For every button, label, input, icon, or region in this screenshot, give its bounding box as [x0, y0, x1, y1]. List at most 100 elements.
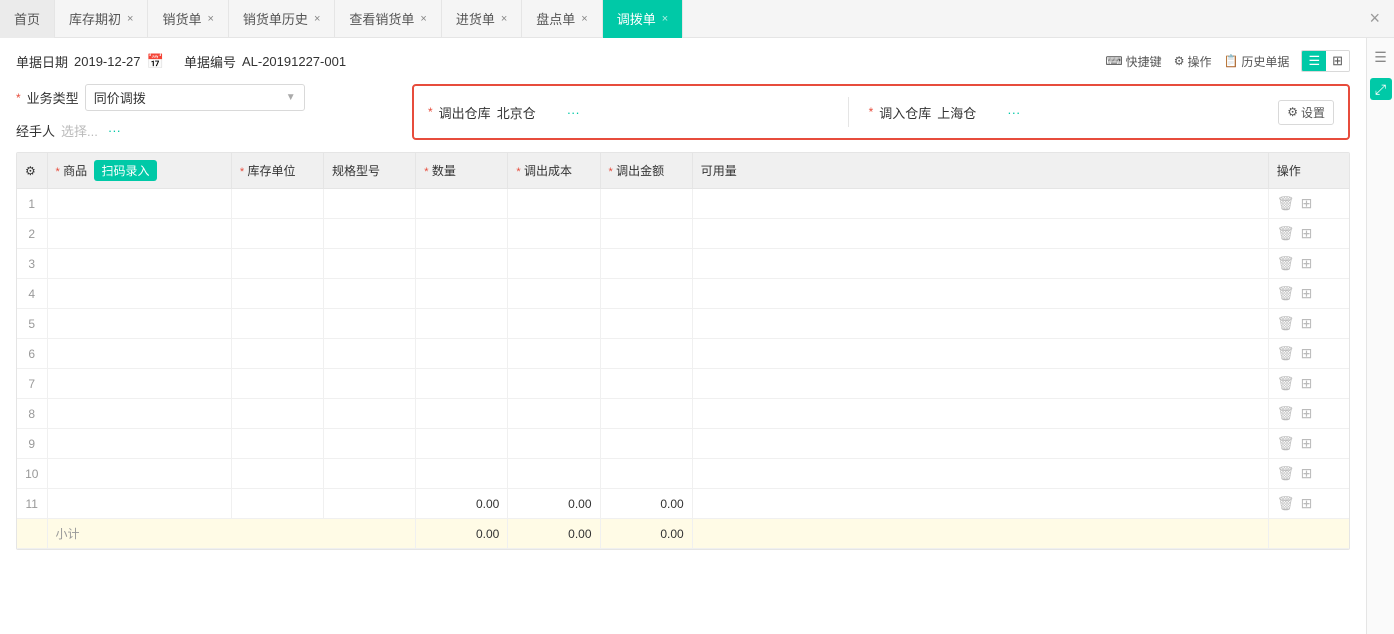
cost-cell[interactable] [508, 249, 600, 279]
delete-icon[interactable]: 🗑 [1277, 435, 1295, 452]
quantity-cell[interactable] [416, 339, 508, 369]
copy-icon[interactable]: ⊞ [1301, 225, 1313, 242]
quantity-cell[interactable] [416, 279, 508, 309]
tab-bar-close-button[interactable]: × [1355, 0, 1394, 38]
product-cell[interactable] [47, 369, 231, 399]
unit-cell[interactable] [231, 189, 323, 219]
copy-icon[interactable]: ⊞ [1301, 375, 1313, 392]
copy-icon[interactable]: ⊞ [1301, 435, 1313, 452]
amount-cell[interactable] [600, 339, 692, 369]
tab-sales-history-close[interactable]: × [314, 13, 320, 25]
spec-cell[interactable] [324, 189, 416, 219]
delete-icon[interactable]: 🗑 [1277, 345, 1295, 362]
shortcut-button[interactable]: ⌨ 快捷键 [1105, 53, 1161, 70]
spec-cell[interactable] [324, 429, 416, 459]
delete-icon[interactable]: 🗑 [1277, 495, 1295, 512]
sidebar-expand-icon[interactable]: ⤢ [1370, 78, 1392, 100]
delete-icon[interactable]: 🗑 [1277, 315, 1295, 332]
cost-cell[interactable] [508, 339, 600, 369]
spec-cell[interactable] [324, 399, 416, 429]
unit-cell[interactable] [231, 429, 323, 459]
delete-icon[interactable]: 🗑 [1277, 195, 1295, 212]
copy-icon[interactable]: ⊞ [1301, 195, 1313, 212]
cost-cell[interactable] [508, 369, 600, 399]
tab-view-sales-close[interactable]: × [420, 13, 426, 25]
available-cell[interactable] [692, 219, 1268, 249]
tab-sales-history[interactable]: 销货单历史 × [229, 0, 335, 38]
amount-cell[interactable] [600, 369, 692, 399]
copy-icon[interactable]: ⊞ [1301, 495, 1313, 512]
available-cell[interactable] [692, 459, 1268, 489]
delete-icon[interactable]: 🗑 [1277, 465, 1295, 482]
view-grid-button[interactable]: ⊞ [1326, 51, 1349, 71]
view-list-button[interactable]: ☰ [1302, 51, 1326, 71]
tab-inventory-check-close[interactable]: × [581, 13, 587, 25]
available-cell[interactable] [692, 369, 1268, 399]
tab-purchase-order[interactable]: 进货单 × [442, 0, 522, 38]
cost-cell[interactable] [508, 219, 600, 249]
tab-sales-order[interactable]: 销货单 × [148, 0, 228, 38]
history-button[interactable]: 📋 历史单据 [1223, 53, 1289, 70]
product-cell[interactable] [47, 459, 231, 489]
cost-cell[interactable] [508, 309, 600, 339]
tab-inventory-check[interactable]: 盘点单 × [522, 0, 602, 38]
copy-icon[interactable]: ⊞ [1301, 315, 1313, 332]
product-cell[interactable] [47, 309, 231, 339]
calendar-icon[interactable]: 📅 [147, 53, 164, 70]
available-cell[interactable] [692, 339, 1268, 369]
quantity-cell[interactable] [416, 459, 508, 489]
quantity-cell[interactable] [416, 309, 508, 339]
copy-icon[interactable]: ⊞ [1301, 255, 1313, 272]
available-cell[interactable] [692, 189, 1268, 219]
delete-icon[interactable]: 🗑 [1277, 255, 1295, 272]
available-cell[interactable] [692, 249, 1268, 279]
product-cell[interactable] [47, 249, 231, 279]
unit-cell[interactable] [231, 219, 323, 249]
cost-cell[interactable] [508, 279, 600, 309]
available-cell[interactable] [692, 279, 1268, 309]
in-warehouse-more-button[interactable]: ··· [1007, 105, 1020, 120]
amount-cell[interactable] [600, 279, 692, 309]
copy-icon[interactable]: ⊞ [1301, 465, 1313, 482]
person-more-button[interactable]: ··· [108, 123, 121, 138]
unit-cell[interactable] [231, 309, 323, 339]
unit-cell[interactable] [231, 399, 323, 429]
copy-icon[interactable]: ⊞ [1301, 405, 1313, 422]
copy-icon[interactable]: ⊞ [1301, 345, 1313, 362]
product-cell[interactable] [47, 339, 231, 369]
out-warehouse-more-button[interactable]: ··· [567, 105, 580, 120]
unit-cell[interactable] [231, 339, 323, 369]
date-value[interactable]: 2019-12-27 [74, 54, 141, 69]
spec-cell[interactable] [324, 369, 416, 399]
tab-inventory-init[interactable]: 库存期初 × [55, 0, 148, 38]
quantity-cell[interactable] [416, 249, 508, 279]
tab-view-sales[interactable]: 查看销货单 × [335, 0, 441, 38]
sidebar-notes-icon[interactable]: ☰ [1370, 46, 1392, 68]
tab-purchase-order-close[interactable]: × [501, 13, 507, 25]
amount-cell[interactable] [600, 219, 692, 249]
quantity-cell[interactable] [416, 219, 508, 249]
scan-button[interactable]: 扫码录入 [94, 160, 156, 181]
tab-sales-order-close[interactable]: × [207, 13, 213, 25]
product-cell[interactable] [47, 279, 231, 309]
spec-cell[interactable] [324, 249, 416, 279]
product-cell[interactable] [47, 399, 231, 429]
available-cell[interactable] [692, 309, 1268, 339]
product-cell[interactable] [47, 429, 231, 459]
tab-transfer-order[interactable]: 调拨单 × [603, 0, 683, 38]
cost-cell[interactable] [508, 429, 600, 459]
product-cell[interactable] [47, 189, 231, 219]
quantity-cell[interactable] [416, 399, 508, 429]
settings-button[interactable]: ⚙ 设置 [1278, 100, 1334, 125]
available-cell[interactable] [692, 399, 1268, 429]
available-cell[interactable] [692, 429, 1268, 459]
tab-inventory-init-close[interactable]: × [127, 13, 133, 25]
unit-cell[interactable] [231, 459, 323, 489]
quantity-cell[interactable] [416, 369, 508, 399]
tab-home[interactable]: 首页 [0, 0, 55, 38]
th-settings[interactable]: ⚙ [17, 153, 47, 189]
product-cell[interactable] [47, 219, 231, 249]
amount-cell[interactable] [600, 429, 692, 459]
quantity-cell[interactable] [416, 189, 508, 219]
delete-icon[interactable]: 🗑 [1277, 405, 1295, 422]
